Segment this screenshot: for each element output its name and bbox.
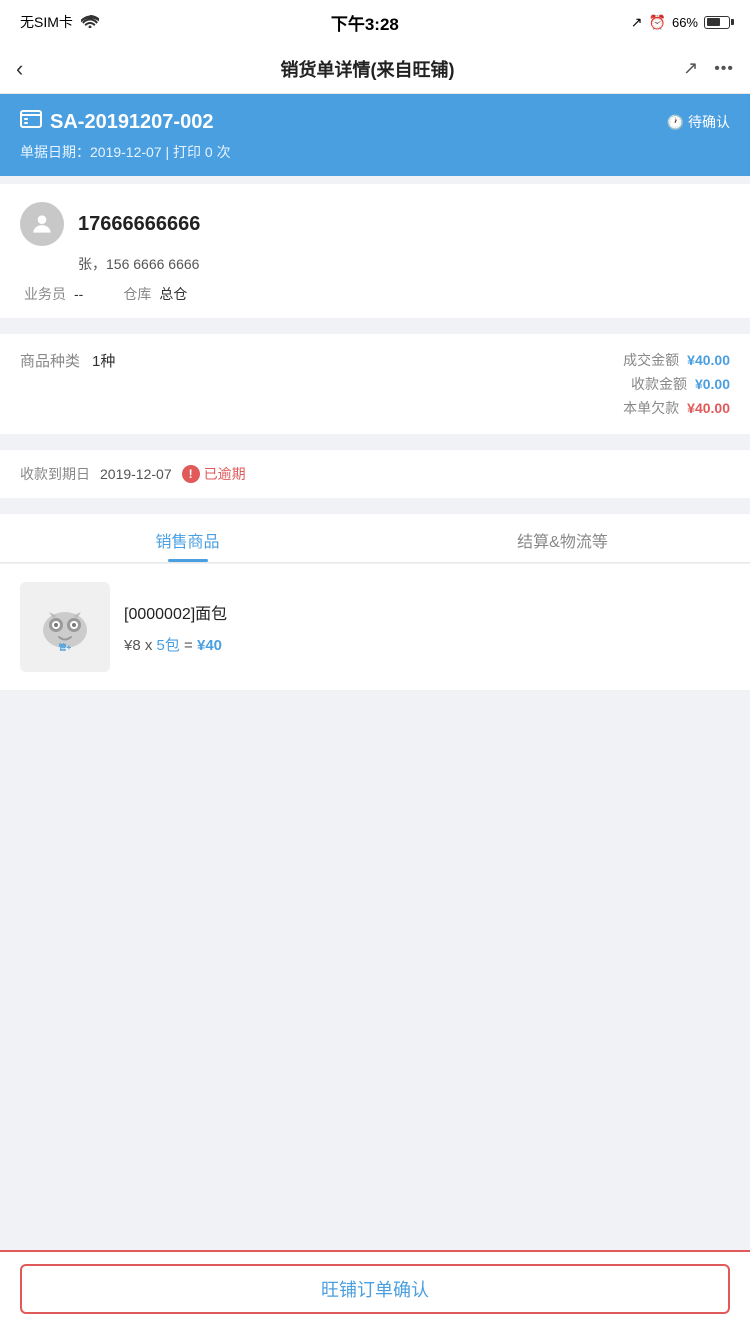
tabs-container: 销售商品 结算&物流等 [0, 514, 750, 563]
bottom-bar: 旺铺订单确认 [0, 1250, 750, 1334]
sales-rep-item: 业务员 -- [24, 284, 83, 304]
confirm-order-button[interactable]: 旺铺订单确认 [20, 1264, 730, 1314]
svg-text:管+: 管+ [59, 642, 72, 652]
tab-settlement-logistics[interactable]: 结算&物流等 [375, 514, 750, 562]
tab-sales-products[interactable]: 销售商品 [0, 514, 375, 562]
table-row: 管+ [0000002]面包 ¥8 x 5包 = ¥40 [0, 564, 750, 691]
nav-title: 销货单详情(来自旺铺) [52, 56, 683, 82]
order-status: 🕐 待确认 [667, 112, 730, 132]
deal-amount-label: 成交金额 [623, 350, 679, 370]
due-date-label: 收款到期日 [20, 464, 90, 484]
deal-amount-value: ¥40.00 [687, 352, 730, 368]
customer-name: 张，156 6666 6666 [20, 254, 730, 274]
more-button[interactable]: ••• [714, 60, 734, 78]
order-id-text: SA-20191207-002 [50, 111, 213, 134]
order-date: 单据日期：2019-12-07 | 打印 0 次 [20, 142, 730, 162]
due-date-value: 2019-12-07 [100, 466, 172, 482]
price-qty: 5包 [157, 637, 180, 654]
wifi-icon [81, 14, 99, 31]
status-right: ↗ ⏰ 66% [631, 14, 730, 31]
price-equals: = [184, 637, 197, 654]
price-unit: ¥8 [124, 637, 141, 654]
battery-percent: 66% [672, 15, 698, 30]
customer-card: 17666666666 张，156 6666 6666 业务员 -- 仓库 总仓 [0, 184, 750, 318]
sales-rep-label: 业务员 [24, 284, 66, 304]
battery-icon [704, 16, 730, 29]
status-bar: 无SIM卡 下午3:28 ↗ ⏰ 66% [0, 0, 750, 44]
product-info: [0000002]面包 ¥8 x 5包 = ¥40 [124, 600, 730, 655]
price-multiply: x [145, 637, 157, 654]
overdue-warning-icon: ! [182, 465, 200, 483]
debt-amount-label: 本单欠款 [623, 398, 679, 418]
warehouse-item: 仓库 总仓 [123, 284, 187, 304]
received-amount-line: 收款金额 ¥0.00 [631, 374, 730, 394]
content-area [0, 691, 750, 971]
order-id: SA-20191207-002 [20, 110, 213, 134]
overdue-text: 已逾期 [204, 464, 246, 484]
status-left: 无SIM卡 [20, 12, 99, 32]
nav-actions: ↗ ••• [683, 58, 734, 79]
customer-avatar [20, 202, 64, 246]
location-icon: ↗ [631, 14, 643, 31]
received-amount-label: 收款金额 [631, 374, 687, 394]
tab-sales-products-label: 销售商品 [155, 534, 219, 551]
summary-card: 商品种类 1种 成交金额 ¥40.00 收款金额 ¥0.00 本单欠款 ¥40.… [0, 334, 750, 434]
warehouse-label: 仓库 [123, 284, 151, 304]
price-total: ¥40 [197, 637, 222, 654]
customer-meta: 业务员 -- 仓库 总仓 [20, 284, 730, 304]
separator-2 [0, 326, 750, 334]
status-text: 待确认 [688, 112, 730, 132]
summary-right: 成交金额 ¥40.00 收款金额 ¥0.00 本单欠款 ¥40.00 [623, 350, 730, 418]
order-header-card: SA-20191207-002 🕐 待确认 单据日期：2019-12-07 | … [0, 94, 750, 176]
product-thumbnail: 管+ [20, 582, 110, 672]
deal-amount-line: 成交金额 ¥40.00 [623, 350, 730, 370]
back-button[interactable]: ‹ [16, 56, 52, 82]
product-list: 管+ [0000002]面包 ¥8 x 5包 = ¥40 [0, 564, 750, 691]
product-name: [0000002]面包 [124, 600, 730, 624]
share-button[interactable]: ↗ [683, 58, 698, 79]
order-id-icon [20, 110, 42, 134]
customer-phone: 17666666666 [78, 213, 200, 236]
summary-left: 商品种类 1种 [20, 350, 115, 371]
alarm-icon: ⏰ [649, 14, 666, 31]
product-types-label: 商品种类 [20, 350, 80, 371]
separator-4 [0, 506, 750, 514]
sales-rep-value: -- [74, 286, 83, 302]
warehouse-value: 总仓 [159, 284, 187, 304]
order-id-row: SA-20191207-002 🕐 待确认 [20, 110, 730, 134]
debt-amount-value: ¥40.00 [687, 400, 730, 416]
carrier-text: 无SIM卡 [20, 12, 73, 32]
overdue-badge: ! 已逾期 [182, 464, 246, 484]
product-price: ¥8 x 5包 = ¥40 [124, 634, 730, 655]
received-amount-value: ¥0.00 [695, 376, 730, 392]
due-date-card: 收款到期日 2019-12-07 ! 已逾期 [0, 450, 750, 498]
status-time: 下午3:28 [331, 10, 399, 35]
debt-amount-line: 本单欠款 ¥40.00 [623, 398, 730, 418]
status-clock-icon: 🕐 [667, 114, 684, 131]
separator-1 [0, 176, 750, 184]
customer-row: 17666666666 [20, 202, 730, 246]
nav-bar: ‹ 销货单详情(来自旺铺) ↗ ••• [0, 44, 750, 94]
tab-settlement-logistics-label: 结算&物流等 [517, 534, 608, 551]
product-types-value: 1种 [92, 350, 115, 371]
separator-3 [0, 442, 750, 450]
